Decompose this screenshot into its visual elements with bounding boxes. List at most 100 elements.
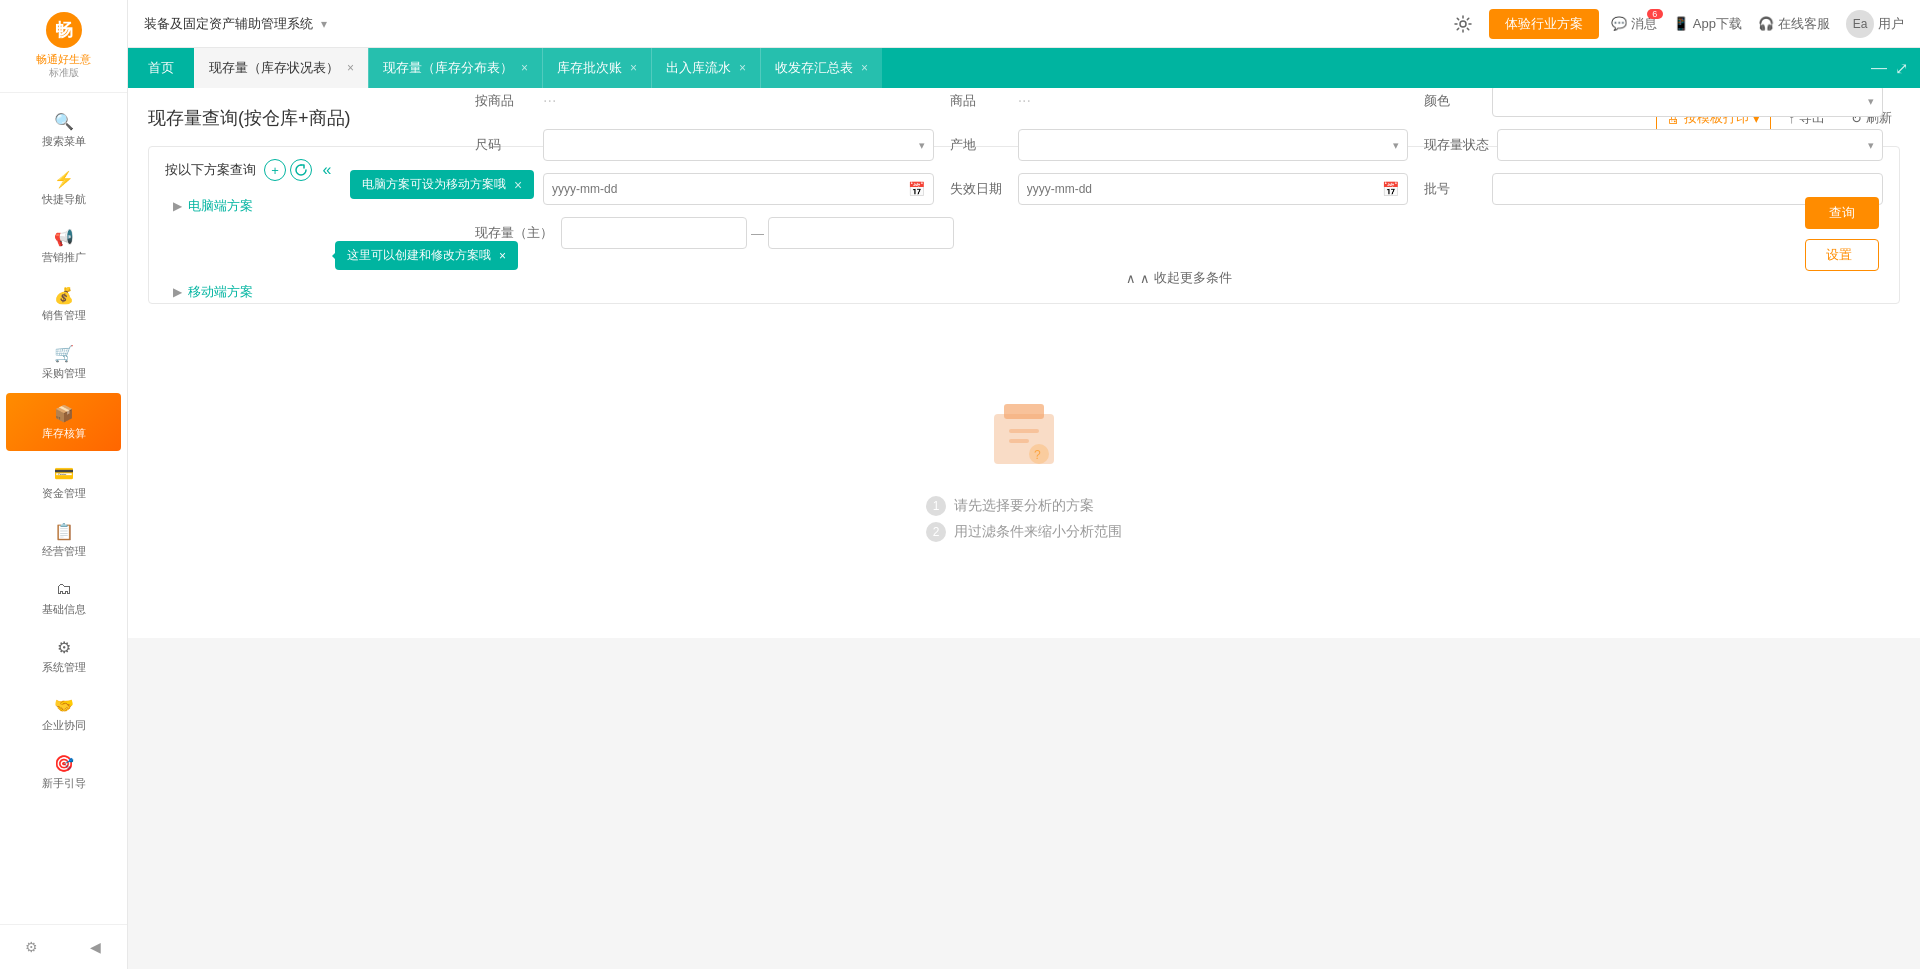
sidebar-item-guide[interactable]: 🎯 新手引导 xyxy=(0,743,127,801)
tooltip2-close-btn[interactable]: × xyxy=(499,249,506,263)
tab-close-icon[interactable]: × xyxy=(739,61,746,75)
tab-fullscreen-icon[interactable]: ⤢ xyxy=(1895,59,1908,78)
back-scheme-btn[interactable]: « xyxy=(316,159,338,181)
main-area: 装备及固定资产辅助管理系统 ▾ 体验行业方案 💬 消息 6 📱 App下载 🎧 … xyxy=(128,0,1920,969)
svg-rect-4 xyxy=(1004,404,1044,419)
dropdown-arrow-icon: ▾ xyxy=(321,17,327,31)
gear-icon xyxy=(1454,15,1472,33)
sidebar-item-system[interactable]: ⚙ 系统管理 xyxy=(0,627,127,685)
color-select[interactable]: ▾ xyxy=(1492,88,1883,117)
tab-bar-actions: — ⤢ xyxy=(1859,59,1920,78)
sidebar-item-label: 快捷导航 xyxy=(42,192,86,207)
marketing-icon: 📢 xyxy=(54,227,74,247)
tab-stock-status-label: 现存量（库存状况表） xyxy=(209,59,339,77)
sidebar-item-purchase[interactable]: 🛒 采购管理 xyxy=(0,333,127,391)
origin-label: 产地 xyxy=(950,136,1010,154)
message-btn[interactable]: 💬 消息 6 xyxy=(1611,15,1657,33)
warehouse-dots[interactable]: ··· xyxy=(543,92,556,110)
app-download-btn[interactable]: 📱 App下载 xyxy=(1673,15,1742,33)
goods-dots[interactable]: ··· xyxy=(1018,92,1031,110)
sidebar-item-label: 系统管理 xyxy=(42,660,86,675)
add-scheme-btn[interactable]: + xyxy=(264,159,286,181)
app-logo-icon: 畅 xyxy=(46,12,82,48)
right-action-col: 查询 设置 xyxy=(1805,197,1879,271)
empty-tip-1: 1 请先选择要分析的方案 xyxy=(926,496,1122,516)
tab-home[interactable]: 首页 xyxy=(128,48,194,88)
header-right: 💬 消息 6 📱 App下载 🎧 在线客服 Ea 用户 xyxy=(1611,10,1904,38)
sidebar-item-inventory[interactable]: 📦 库存核算 xyxy=(6,393,121,451)
tab-more-icon[interactable]: — xyxy=(1871,59,1887,77)
tab-recv-summary[interactable]: 收发存汇总表 × xyxy=(760,48,882,88)
message-icon: 💬 xyxy=(1611,16,1627,31)
sidebar-item-basic-info[interactable]: 🗂 基础信息 xyxy=(0,569,127,627)
refresh-scheme-btn[interactable] xyxy=(290,159,312,181)
scheme-pc-label: 电脑端方案 xyxy=(188,197,253,215)
search-btn[interactable]: 查询 xyxy=(1805,197,1879,229)
tab-close-icon[interactable]: × xyxy=(630,61,637,75)
refresh-scheme-icon xyxy=(294,163,308,177)
tooltip1-close-btn[interactable]: × xyxy=(514,177,522,193)
sidebar-item-label: 搜索菜单 xyxy=(42,134,86,149)
scheme-mobile-label: 移动端方案 xyxy=(188,283,253,301)
sidebar-item-label: 营销推广 xyxy=(42,250,86,265)
tip-text-2: 用过滤条件来缩小分析范围 xyxy=(954,523,1122,541)
origin-select[interactable]: ▾ xyxy=(1018,129,1409,161)
page-title: 现存量查询(按仓库+商品) xyxy=(148,106,351,130)
settings-button[interactable] xyxy=(1449,10,1477,38)
sidebar-item-label: 销售管理 xyxy=(42,308,86,323)
sidebar-item-operation[interactable]: 📋 经营管理 xyxy=(0,511,127,569)
filter-label: 按以下方案查询 xyxy=(165,161,256,179)
tab-close-icon[interactable]: × xyxy=(521,61,528,75)
tab-close-icon[interactable]: × xyxy=(347,61,354,75)
tab-close-icon[interactable]: × xyxy=(861,61,868,75)
tooltip1-text: 电脑方案可设为移动方案哦 xyxy=(362,176,506,193)
sidebar-item-search[interactable]: 🔍 搜索菜单 xyxy=(0,101,127,159)
size-dropdown-arrow-icon: ▾ xyxy=(919,139,925,152)
sidebar-logo: 畅 畅通好生意 标准版 xyxy=(0,0,127,93)
svg-rect-6 xyxy=(1009,439,1029,443)
tab-in-out-flow[interactable]: 出入库流水 × xyxy=(651,48,760,88)
sidebar-item-quick-nav[interactable]: ⚡ 快捷导航 xyxy=(0,159,127,217)
tab-stock-dist[interactable]: 现存量（库存分布表） × xyxy=(368,48,542,88)
filter-cell-size: 尺码 ▾ xyxy=(475,129,934,161)
trial-btn[interactable]: 体验行业方案 xyxy=(1489,9,1599,39)
sidebar-settings-btn[interactable]: ⚙ xyxy=(18,933,46,961)
filter-cell-color: 颜色 ▾ xyxy=(1424,88,1883,117)
search-icon: 🔍 xyxy=(54,111,74,131)
stock-status-select[interactable]: ▾ xyxy=(1497,129,1883,161)
empty-tip-2: 2 用过滤条件来缩小分析范围 xyxy=(926,522,1122,542)
app-download-label: App下载 xyxy=(1693,15,1742,33)
sidebar-item-sales[interactable]: 💰 销售管理 xyxy=(0,275,127,333)
app-name: 畅通好生意 xyxy=(36,52,91,66)
warehouse-label: 按商品 xyxy=(475,92,535,110)
online-support-btn[interactable]: 🎧 在线客服 xyxy=(1758,15,1830,33)
sidebar-item-marketing[interactable]: 📢 营销推广 xyxy=(0,217,127,275)
tab-bar: 首页 现存量（库存状况表） × 现存量（库存分布表） × 库存批次账 × 出入库… xyxy=(128,48,1920,88)
user-avatar-btn[interactable]: Ea 用户 xyxy=(1846,10,1904,38)
scheme-header-mobile[interactable]: ▶ 移动端方案 xyxy=(173,279,1883,305)
user-avatar: Ea xyxy=(1846,10,1874,38)
sidebar-collapse-btn[interactable]: ◀ xyxy=(81,933,109,961)
sidebar-item-finance[interactable]: 💳 资金管理 xyxy=(0,453,127,511)
sidebar-menu: 🔍 搜索菜单 ⚡ 快捷导航 📢 营销推广 💰 销售管理 🛒 采购管理 📦 库存核… xyxy=(0,93,127,924)
page-inner: 现存量查询(按仓库+商品) 🖨 按模板打印 ▾ ↑ 导出 ↻ 刷新 xyxy=(128,88,1920,638)
svg-rect-5 xyxy=(1009,429,1039,433)
tab-stock-dist-label: 现存量（库存分布表） xyxy=(383,59,513,77)
sidebar-item-label: 基础信息 xyxy=(42,602,86,617)
tab-stock-status[interactable]: 现存量（库存状况表） × xyxy=(194,48,368,88)
tip-text-1: 请先选择要分析的方案 xyxy=(954,497,1094,515)
scheme-tooltip-1: 电脑方案可设为移动方案哦 × xyxy=(350,170,534,199)
online-support-label: 在线客服 xyxy=(1778,15,1830,33)
color-label: 颜色 xyxy=(1424,92,1484,110)
sidebar-item-label: 新手引导 xyxy=(42,776,86,791)
tab-in-out-flow-label: 出入库流水 xyxy=(666,59,731,77)
sidebar-item-enterprise[interactable]: 🤝 企业协同 xyxy=(0,685,127,743)
set-btn[interactable]: 设置 xyxy=(1805,239,1879,271)
basic-info-icon: 🗂 xyxy=(54,579,74,599)
filter-cell-warehouse: 按商品 ··· xyxy=(475,92,934,110)
tab-batch-ledger[interactable]: 库存批次账 × xyxy=(542,48,651,88)
sidebar-item-label: 经营管理 xyxy=(42,544,86,559)
color-dropdown-arrow-icon: ▾ xyxy=(1868,95,1874,108)
app-edition: 标准版 xyxy=(49,66,79,80)
size-select[interactable]: ▾ xyxy=(543,129,934,161)
